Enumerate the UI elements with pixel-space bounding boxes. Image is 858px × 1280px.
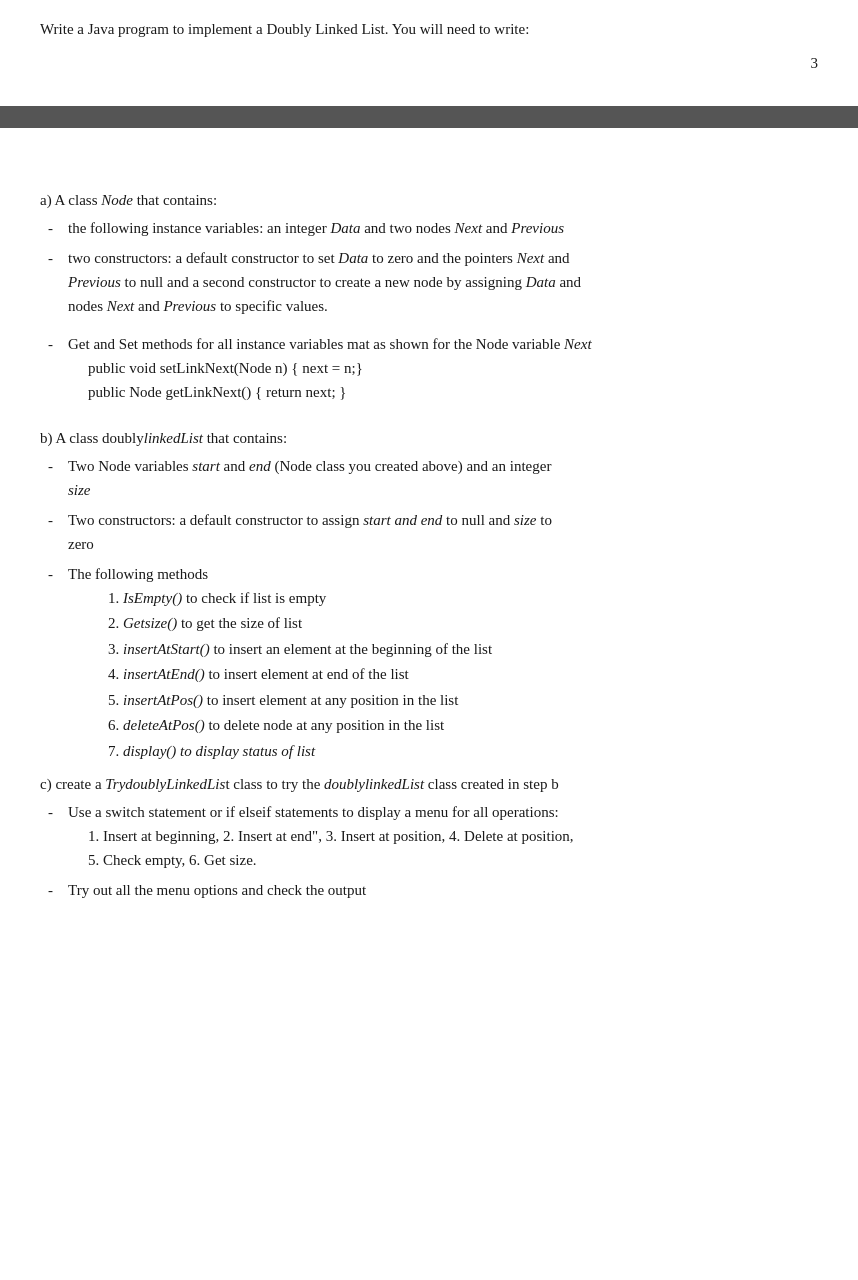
list-item: - the following instance variables: an i… [40, 216, 818, 240]
list-item: - two constructors: a default constructo… [40, 246, 818, 318]
section-b-bullets: - Two Node variables start and end (Node… [40, 454, 818, 765]
bullet-dash: - [40, 246, 68, 270]
main-content: a) A class Node that contains: - the fol… [0, 128, 858, 965]
bullet-dash: - [40, 800, 68, 824]
list-item: 2. Getsize() to get the size of list [108, 611, 818, 637]
bullet-dash: - [40, 878, 68, 902]
bullet-content: the following instance variables: an int… [68, 216, 818, 240]
section-b-label: b) A class doublylinkedList that contain… [40, 426, 818, 450]
page-container: Write a Java program to implement a Doub… [0, 0, 858, 1280]
bullet-content: Two constructors: a default constructor … [68, 508, 818, 556]
list-item: 7. display() to display status of list [108, 739, 818, 765]
getset-section: - Get and Set methods for all instance v… [40, 332, 818, 404]
methods-list: 1. IsEmpty() to check if list is empty 2… [108, 586, 818, 765]
getset-bullet: - Get and Set methods for all instance v… [40, 332, 818, 404]
bullet-dash: - [40, 508, 68, 532]
section-c-label: c) create a TrydoublyLinkedList class to… [40, 772, 818, 796]
list-item: - The following methods 1. IsEmpty() to … [40, 562, 818, 765]
section-b: b) A class doublylinkedList that contain… [40, 426, 818, 765]
list-item: - Use a switch statement or if elseif st… [40, 800, 818, 872]
bullet-dash: - [40, 216, 68, 240]
top-section: Write a Java program to implement a Doub… [0, 0, 858, 51]
section-a-label: a) A class Node that contains: [40, 188, 818, 212]
bullet-dash: - [40, 454, 68, 478]
following-methods-label: The following methods [68, 566, 208, 582]
intro-text: Write a Java program to implement a Doub… [40, 18, 818, 41]
bullet-content: The following methods 1. IsEmpty() to ch… [68, 562, 818, 765]
bullet-dash: - [40, 562, 68, 586]
section-c: c) create a TrydoublyLinkedList class to… [40, 772, 818, 902]
bullet-content: Try out all the menu options and check t… [68, 878, 818, 902]
section-a: a) A class Node that contains: - the fol… [40, 188, 818, 404]
list-item: 4. insertAtEnd() to insert element at en… [108, 662, 818, 688]
list-item: 1. IsEmpty() to check if list is empty [108, 586, 818, 612]
section-a-bullets: - the following instance variables: an i… [40, 216, 818, 318]
bullet-content: Two Node variables start and end (Node c… [68, 454, 818, 502]
list-item: - Two constructors: a default constructo… [40, 508, 818, 556]
list-item: 6. deleteAtPos() to delete node at any p… [108, 713, 818, 739]
section-c-bullets: - Use a switch statement or if elseif st… [40, 800, 818, 902]
list-item: - Try out all the menu options and check… [40, 878, 818, 902]
list-item: - Two Node variables start and end (Node… [40, 454, 818, 502]
bullet-content: Use a switch statement or if elseif stat… [68, 800, 818, 872]
dark-bar [0, 106, 858, 128]
bullet-content: two constructors: a default constructor … [68, 246, 818, 318]
list-item: 3. insertAtStart() to insert an element … [108, 637, 818, 663]
bullet-dash: - [40, 332, 68, 356]
list-item: 5. insertAtPos() to insert element at an… [108, 688, 818, 714]
page-number: 3 [811, 55, 819, 72]
bullet-content: Get and Set methods for all instance var… [68, 332, 818, 404]
